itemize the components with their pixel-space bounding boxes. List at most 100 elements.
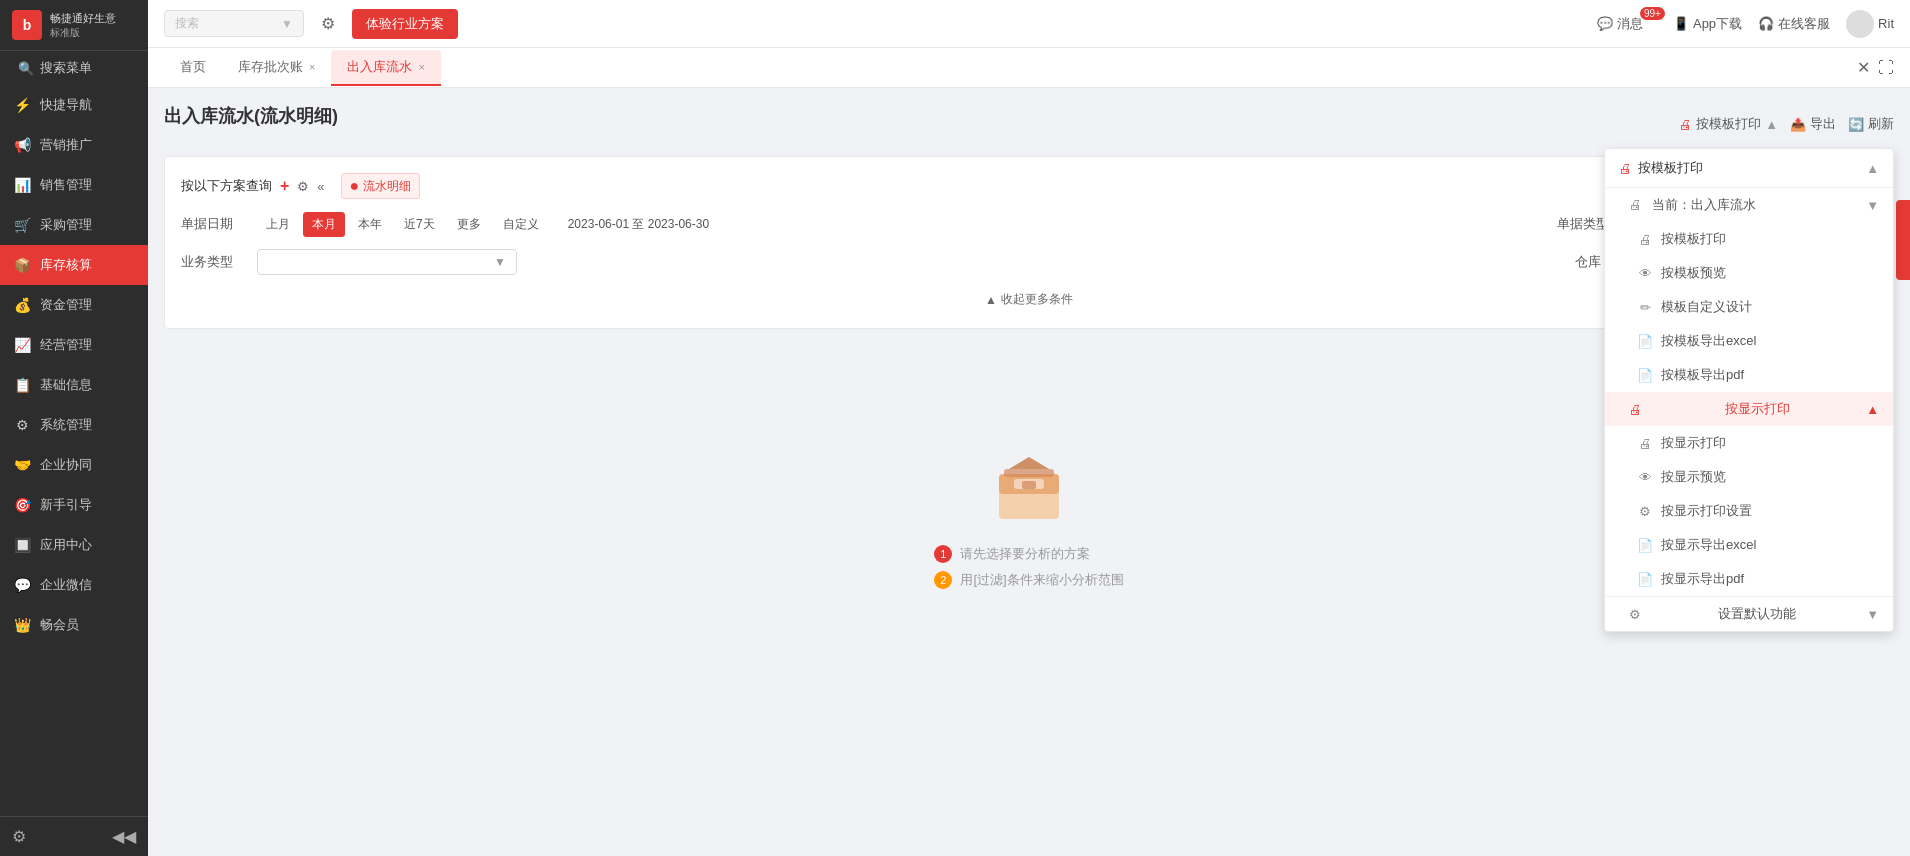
user-profile[interactable]: Rit bbox=[1846, 10, 1894, 38]
print-label: 按模板打印 bbox=[1696, 115, 1761, 133]
print-arrow-icon: ▲ bbox=[1765, 117, 1778, 132]
tab-home[interactable]: 首页 bbox=[164, 50, 222, 86]
dropdown-item-display-excel[interactable]: 📄 按显示导出excel bbox=[1605, 528, 1893, 562]
empty-step-2: 2 用[过滤]条件来缩小分析范围 bbox=[934, 571, 1123, 589]
empty-steps: 1 请先选择要分析的方案 2 用[过滤]条件来缩小分析范围 bbox=[934, 545, 1123, 589]
logo-name: 畅捷通好生意 bbox=[50, 11, 116, 26]
display-pdf-icon: 📄 bbox=[1637, 571, 1653, 587]
sidebar-item-marketing[interactable]: 📢 营销推广 bbox=[0, 125, 148, 165]
settings-footer-icon[interactable]: ⚙ bbox=[12, 827, 26, 846]
sidebar-item-label: 经营管理 bbox=[40, 336, 92, 354]
date-range-display: 2023-06-01 至 2023-06-30 bbox=[568, 216, 709, 233]
tab-inout-flow-label: 出入库流水 bbox=[347, 58, 412, 76]
svg-rect-3 bbox=[1004, 469, 1054, 477]
date-tab-more[interactable]: 更多 bbox=[448, 212, 490, 237]
dropdown-item-template-print[interactable]: 🖨 按模板打印 bbox=[1605, 222, 1893, 256]
dropdown-title-text: 按模板打印 bbox=[1638, 159, 1703, 177]
export-button[interactable]: 📤 导出 bbox=[1790, 115, 1836, 133]
tab-inout-flow-close[interactable]: × bbox=[418, 61, 424, 73]
dropdown-header[interactable]: 🖨 按模板打印 ▲ bbox=[1605, 149, 1893, 188]
dropdown-item-template-custom[interactable]: ✏ 模板自定义设计 bbox=[1605, 290, 1893, 324]
purchase-icon: 🛒 bbox=[12, 215, 32, 235]
dropdown-current-item[interactable]: 🖨 当前：出入库流水 ▼ bbox=[1605, 188, 1893, 222]
date-tab-custom[interactable]: 自定义 bbox=[494, 212, 548, 237]
quick-nav-icon: ⚡ bbox=[12, 95, 32, 115]
sidebar-item-wechat[interactable]: 💬 企业微信 bbox=[0, 565, 148, 605]
sidebar-item-label: 快捷导航 bbox=[40, 96, 92, 114]
sidebar-item-label: 营销推广 bbox=[40, 136, 92, 154]
date-tab-this-month[interactable]: 本月 bbox=[303, 212, 345, 237]
display-section-arrow: ▲ bbox=[1866, 402, 1879, 417]
online-service-link[interactable]: 🎧 在线客服 bbox=[1758, 15, 1830, 33]
empty-icon bbox=[989, 449, 1069, 529]
tab-maximize-icon[interactable]: ⛶ bbox=[1878, 59, 1894, 77]
display-section-icon: 🖨 bbox=[1629, 402, 1642, 417]
template-custom-icon: ✏ bbox=[1637, 299, 1653, 315]
industry-solution-button[interactable]: 体验行业方案 bbox=[352, 9, 458, 39]
sidebar: b 畅捷通好生意 标准版 🔍 搜索菜单 ⚡ 快捷导航 📢 营销推广 📊 销售管理… bbox=[0, 0, 148, 856]
print-header-icon: 🖨 bbox=[1619, 161, 1632, 176]
sidebar-item-label: 系统管理 bbox=[40, 416, 92, 434]
message-badge[interactable]: 💬 消息 99+ bbox=[1597, 15, 1657, 33]
topbar-gear-icon[interactable]: ⚙ bbox=[314, 10, 342, 38]
app-download-link[interactable]: 📱 App下载 bbox=[1673, 15, 1742, 33]
filter-collapse-icon[interactable]: « bbox=[317, 179, 324, 194]
dropdown-item-display-preview[interactable]: 👁 按显示预览 bbox=[1605, 460, 1893, 494]
filter-add-icon[interactable]: + bbox=[280, 177, 289, 195]
date-tab-last-month[interactable]: 上月 bbox=[257, 212, 299, 237]
sidebar-item-operation[interactable]: 📈 经营管理 bbox=[0, 325, 148, 365]
dropdown-item-template-excel[interactable]: 📄 按模板导出excel bbox=[1605, 324, 1893, 358]
app-download-label: App下载 bbox=[1693, 15, 1742, 33]
sidebar-item-label: 畅会员 bbox=[40, 616, 79, 634]
message-icon: 💬 bbox=[1597, 16, 1613, 31]
filter-tag-item[interactable]: ● 流水明细 bbox=[341, 173, 421, 199]
sidebar-item-purchase[interactable]: 🛒 采购管理 bbox=[0, 205, 148, 245]
user-name: Rit bbox=[1878, 16, 1894, 31]
topbar-search-box[interactable]: 搜索 ▼ bbox=[164, 10, 304, 37]
dropdown-item-display-pdf[interactable]: 📄 按显示导出pdf bbox=[1605, 562, 1893, 596]
sidebar-item-corp[interactable]: 🤝 企业协同 bbox=[0, 445, 148, 485]
search-icon: 🔍 bbox=[18, 61, 34, 76]
template-pdf-label: 按模板导出pdf bbox=[1661, 366, 1744, 384]
sidebar-item-member[interactable]: 👑 畅会员 bbox=[0, 605, 148, 645]
print-button[interactable]: 🖨 按模板打印 ▲ bbox=[1679, 115, 1778, 133]
dropdown-item-template-pdf[interactable]: 📄 按模板导出pdf bbox=[1605, 358, 1893, 392]
date-tab-this-year[interactable]: 本年 bbox=[349, 212, 391, 237]
phone-icon: 📱 bbox=[1673, 16, 1689, 31]
step1-number: 1 bbox=[934, 545, 952, 563]
sidebar-item-inventory[interactable]: 📦 库存核算 bbox=[0, 245, 148, 285]
sidebar-item-quick-nav[interactable]: ⚡ 快捷导航 bbox=[0, 85, 148, 125]
tab-close-all-icon[interactable]: ✕ bbox=[1857, 58, 1870, 77]
tab-inout-flow[interactable]: 出入库流水 × bbox=[331, 50, 440, 86]
tab-batch-account-close[interactable]: × bbox=[309, 61, 315, 73]
display-print-icon: 🖨 bbox=[1637, 435, 1653, 451]
sidebar-item-app-center[interactable]: 🔲 应用中心 bbox=[0, 525, 148, 565]
collapse-footer-icon[interactable]: ◀◀ bbox=[112, 827, 136, 846]
default-func-arrow: ▼ bbox=[1866, 607, 1879, 622]
sidebar-item-basic[interactable]: 📋 基础信息 bbox=[0, 365, 148, 405]
sidebar-item-guide[interactable]: 🎯 新手引导 bbox=[0, 485, 148, 525]
refresh-button[interactable]: 🔄 刷新 bbox=[1848, 115, 1894, 133]
biz-type-select[interactable]: ▼ bbox=[257, 249, 517, 275]
sidebar-item-sales[interactable]: 📊 销售管理 bbox=[0, 165, 148, 205]
sidebar-search-item[interactable]: 🔍 搜索菜单 bbox=[0, 51, 148, 85]
logo-icon: b bbox=[12, 10, 42, 40]
tab-batch-account[interactable]: 库存批次账 × bbox=[222, 50, 331, 86]
date-tab-7days[interactable]: 近7天 bbox=[395, 212, 444, 237]
tabs-bar: 首页 库存批次账 × 出入库流水 × ✕ ⛶ bbox=[148, 48, 1910, 88]
dropdown-header-arrow: ▲ bbox=[1866, 161, 1879, 176]
dropdown-item-display-settings[interactable]: ⚙ 按显示打印设置 bbox=[1605, 494, 1893, 528]
dropdown-item-template-preview[interactable]: 👁 按模板预览 bbox=[1605, 256, 1893, 290]
sidebar-item-finance[interactable]: 💰 资金管理 bbox=[0, 285, 148, 325]
dropdown-display-section[interactable]: 🖨 按显示打印 ▲ bbox=[1605, 392, 1893, 426]
sidebar-item-system[interactable]: ⚙ 系统管理 bbox=[0, 405, 148, 445]
filter-settings-icon[interactable]: ⚙ bbox=[297, 179, 309, 194]
template-excel-icon: 📄 bbox=[1637, 333, 1653, 349]
dropdown-default-func[interactable]: ⚙ 设置默认功能 ▼ bbox=[1605, 596, 1893, 631]
default-func-label: 设置默认功能 bbox=[1718, 605, 1796, 623]
sidebar-item-label: 企业协同 bbox=[40, 456, 92, 474]
right-sidebar-bar[interactable] bbox=[1896, 200, 1910, 280]
template-print-icon: 🖨 bbox=[1637, 231, 1653, 247]
search-dropdown-icon: ▼ bbox=[281, 17, 293, 31]
dropdown-item-display-print[interactable]: 🖨 按显示打印 bbox=[1605, 426, 1893, 460]
